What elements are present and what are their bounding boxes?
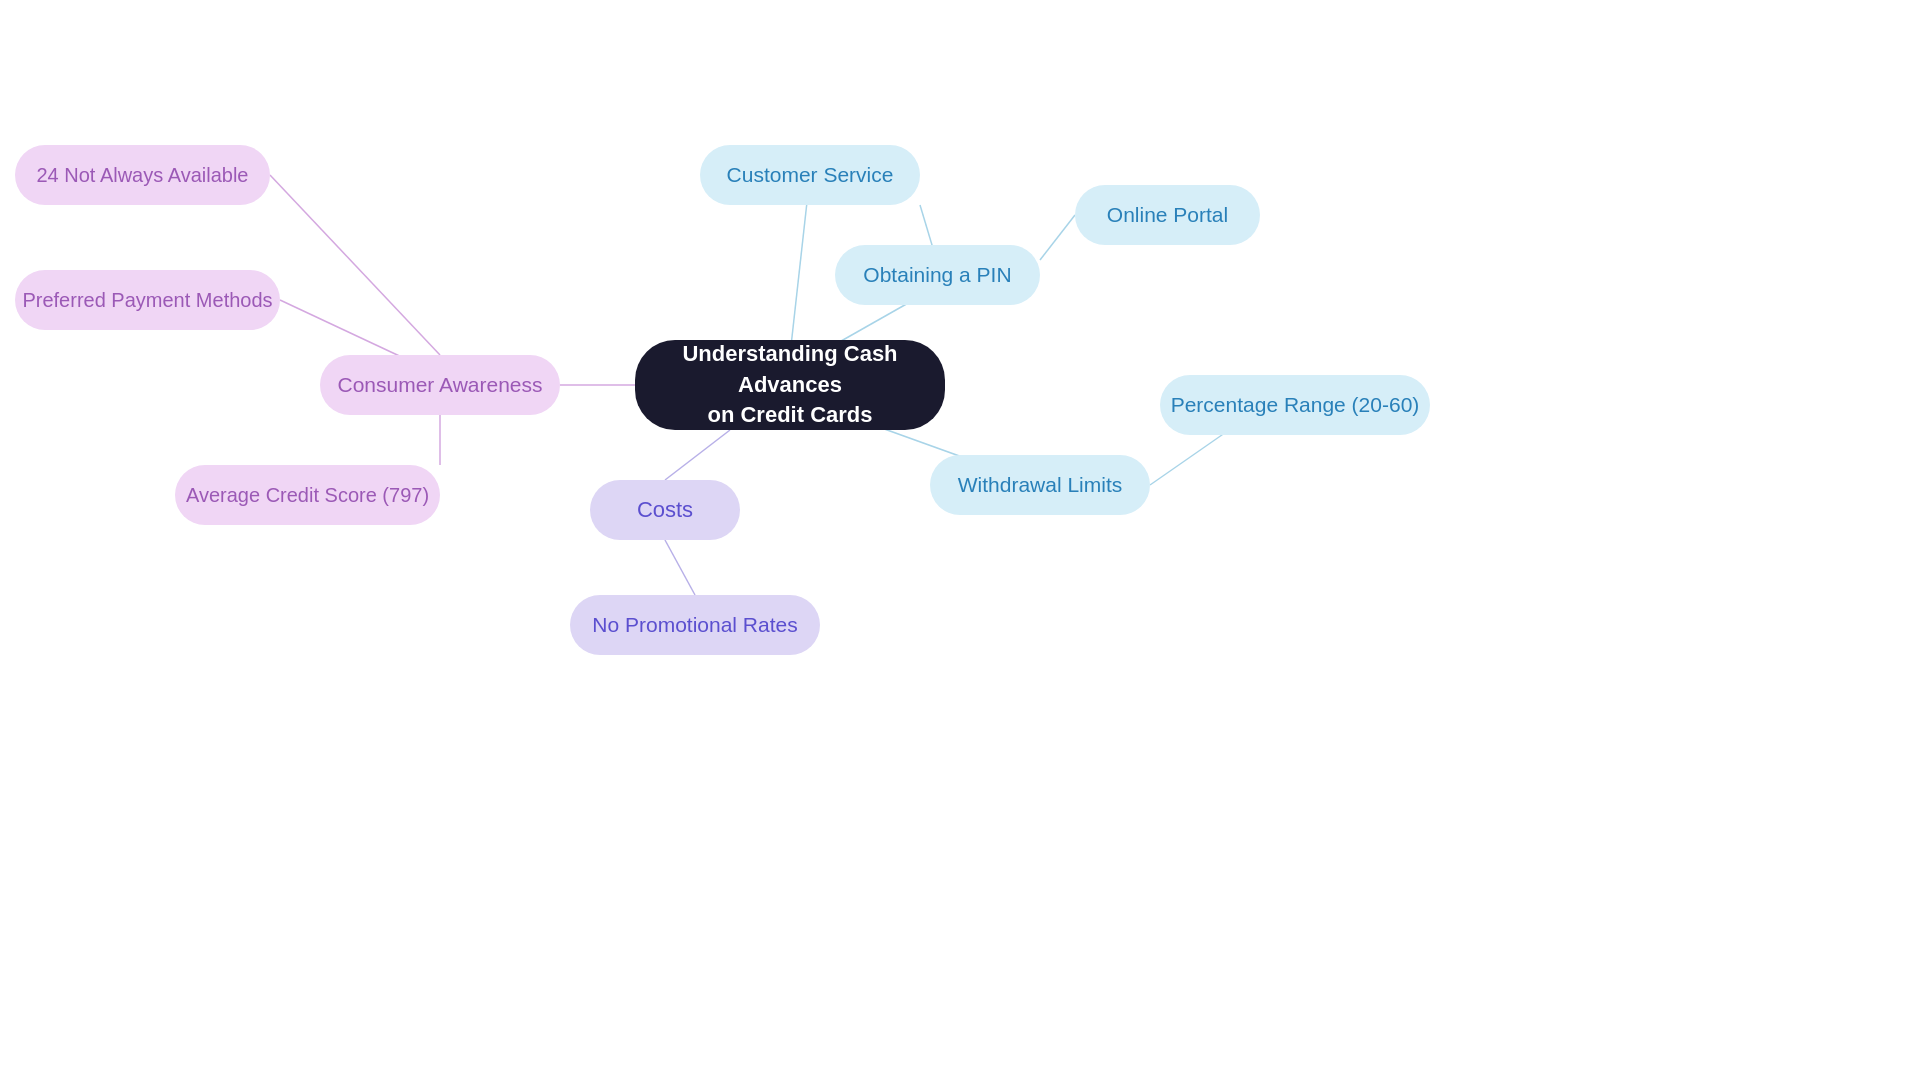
center-node[interactable]: Understanding Cash Advanceson Credit Car… (635, 340, 945, 430)
withdrawal-limits-node[interactable]: Withdrawal Limits (930, 455, 1150, 515)
online-portal-node[interactable]: Online Portal (1075, 185, 1260, 245)
not-always-available-label: 24 Not Always Available (37, 164, 249, 187)
not-always-available-node[interactable]: 24 Not Always Available (15, 145, 270, 205)
preferred-payment-node[interactable]: Preferred Payment Methods (15, 270, 280, 330)
svg-line-1 (270, 175, 440, 355)
svg-line-11 (665, 540, 695, 595)
no-promotional-rates-label: No Promotional Rates (592, 613, 797, 637)
percentage-range-node[interactable]: Percentage Range (20-60) (1160, 375, 1430, 435)
percentage-range-label: Percentage Range (20-60) (1171, 393, 1420, 417)
no-promotional-rates-node[interactable]: No Promotional Rates (570, 595, 820, 655)
obtaining-pin-node[interactable]: Obtaining a PIN (835, 245, 1040, 305)
svg-line-6 (1040, 215, 1075, 260)
preferred-payment-label: Preferred Payment Methods (22, 289, 272, 312)
svg-line-10 (665, 430, 730, 480)
consumer-awareness-label: Consumer Awareness (337, 373, 542, 397)
withdrawal-limits-label: Withdrawal Limits (958, 473, 1123, 497)
customer-service-node[interactable]: Customer Service (700, 145, 920, 205)
center-label: Understanding Cash Advanceson Credit Car… (635, 339, 945, 431)
costs-node[interactable]: Costs (590, 480, 740, 540)
obtaining-pin-label: Obtaining a PIN (863, 263, 1011, 287)
avg-credit-score-label: Average Credit Score (797) (186, 484, 429, 507)
costs-label: Costs (637, 497, 693, 523)
customer-service-label: Customer Service (727, 163, 894, 187)
avg-credit-score-node[interactable]: Average Credit Score (797) (175, 465, 440, 525)
online-portal-label: Online Portal (1107, 203, 1228, 227)
consumer-awareness-node[interactable]: Consumer Awareness (320, 355, 560, 415)
